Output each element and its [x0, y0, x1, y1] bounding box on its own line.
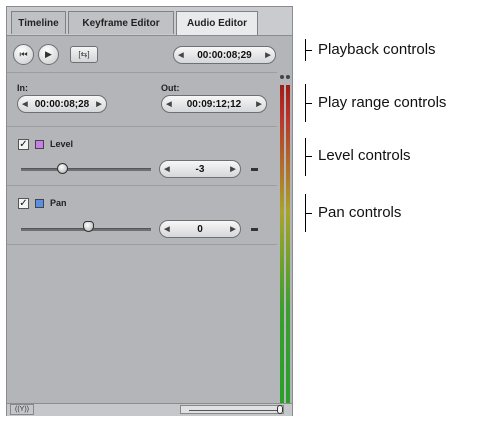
speaker-icon: ((Y))	[15, 406, 29, 413]
rewind-button[interactable]: ⏮	[13, 44, 34, 65]
pan-reset-button[interactable]	[251, 228, 258, 231]
level-label: Level	[50, 139, 74, 149]
rewind-icon: ⏮	[19, 49, 28, 59]
level-controls-row: ✓ Level ◀ -3 ▶	[7, 127, 277, 186]
out-point-field[interactable]: ◀ 00:09:12;12 ▶	[161, 95, 267, 113]
level-reset-button[interactable]	[251, 168, 258, 171]
pan-controls-row: ✓ Pan ◀ 0 ▶	[7, 186, 277, 245]
increment-arrow-icon[interactable]: ▶	[92, 100, 106, 108]
tab-audio-editor[interactable]: Audio Editor	[176, 11, 258, 35]
tab-strip: Timeline Keyframe Editor Audio Editor	[7, 7, 292, 36]
audio-meter-right	[286, 85, 290, 403]
pan-enable-checkbox[interactable]: ✓	[18, 198, 29, 209]
level-callout: Level controls	[318, 147, 411, 164]
loop-playback-button[interactable]: [⇆]	[70, 46, 98, 63]
pan-slider-knob[interactable]	[83, 221, 94, 232]
level-slider-knob[interactable]	[57, 163, 68, 174]
increment-arrow-icon[interactable]: ▶	[252, 100, 266, 108]
level-enable-checkbox[interactable]: ✓	[18, 139, 29, 150]
decrement-arrow-icon[interactable]: ◀	[174, 51, 188, 59]
pan-value-field[interactable]: ◀ 0 ▶	[159, 220, 241, 238]
meter-peak-indicators	[279, 75, 291, 83]
tab-keyframe-editor[interactable]: Keyframe Editor	[68, 11, 174, 34]
play-icon: ▶	[45, 49, 52, 59]
play-range-row: In: ◀ 00:00:08;28 ▶ Out: ◀ 00:09:12;12 ▶	[7, 73, 277, 127]
playback-callout: Playback controls	[318, 41, 436, 58]
playhead-timecode-field[interactable]: ◀ 00:00:08;29 ▶	[173, 46, 276, 64]
range-bracket-tick	[305, 103, 312, 104]
play-button[interactable]: ▶	[38, 44, 59, 65]
tab-timeline[interactable]: Timeline	[11, 11, 66, 34]
level-value-field[interactable]: ◀ -3 ▶	[159, 160, 241, 178]
level-value: -3	[195, 163, 205, 175]
level-bracket	[305, 138, 306, 176]
in-point-field[interactable]: ◀ 00:00:08;28 ▶	[17, 95, 107, 113]
audio-scrub-toggle-button[interactable]: ((Y))	[10, 404, 34, 415]
increment-arrow-icon[interactable]: ▶	[226, 165, 240, 173]
loop-icon: [⇆]	[78, 50, 90, 59]
decrement-arrow-icon[interactable]: ◀	[162, 100, 176, 108]
level-bracket-tick	[305, 156, 312, 157]
increment-arrow-icon[interactable]: ▶	[226, 225, 240, 233]
in-point-value: 00:00:08;28	[34, 98, 90, 110]
pan-bracket-tick	[305, 213, 312, 214]
zoom-slider[interactable]	[180, 405, 284, 414]
level-slider-track[interactable]	[21, 168, 151, 171]
out-point-value: 00:09:12;12	[186, 98, 242, 110]
decrement-arrow-icon[interactable]: ◀	[160, 165, 174, 173]
out-label: Out:	[161, 83, 180, 93]
audio-meter-left	[280, 85, 284, 403]
increment-arrow-icon[interactable]: ▶	[261, 51, 275, 59]
range-callout: Play range controls	[318, 94, 447, 111]
playback-controls-row: ⏮ ▶ [⇆] ◀ 00:00:08;29 ▶	[7, 36, 277, 73]
audio-editor-panel: Timeline Keyframe Editor Audio Editor ⏮ …	[6, 6, 293, 416]
zoom-slider-track	[189, 410, 277, 411]
playhead-timecode-value: 00:00:08;29	[197, 49, 252, 61]
pan-color-swatch	[35, 199, 44, 208]
bottom-toolbar: ((Y))	[7, 403, 292, 416]
pan-value: 0	[197, 223, 203, 235]
in-label: In:	[17, 83, 28, 93]
zoom-slider-knob[interactable]	[277, 405, 283, 414]
level-color-swatch	[35, 140, 44, 149]
pan-label: Pan	[50, 198, 67, 208]
decrement-arrow-icon[interactable]: ◀	[18, 100, 32, 108]
playback-bracket-tick	[305, 50, 312, 51]
pan-callout: Pan controls	[318, 204, 402, 221]
decrement-arrow-icon[interactable]: ◀	[160, 225, 174, 233]
